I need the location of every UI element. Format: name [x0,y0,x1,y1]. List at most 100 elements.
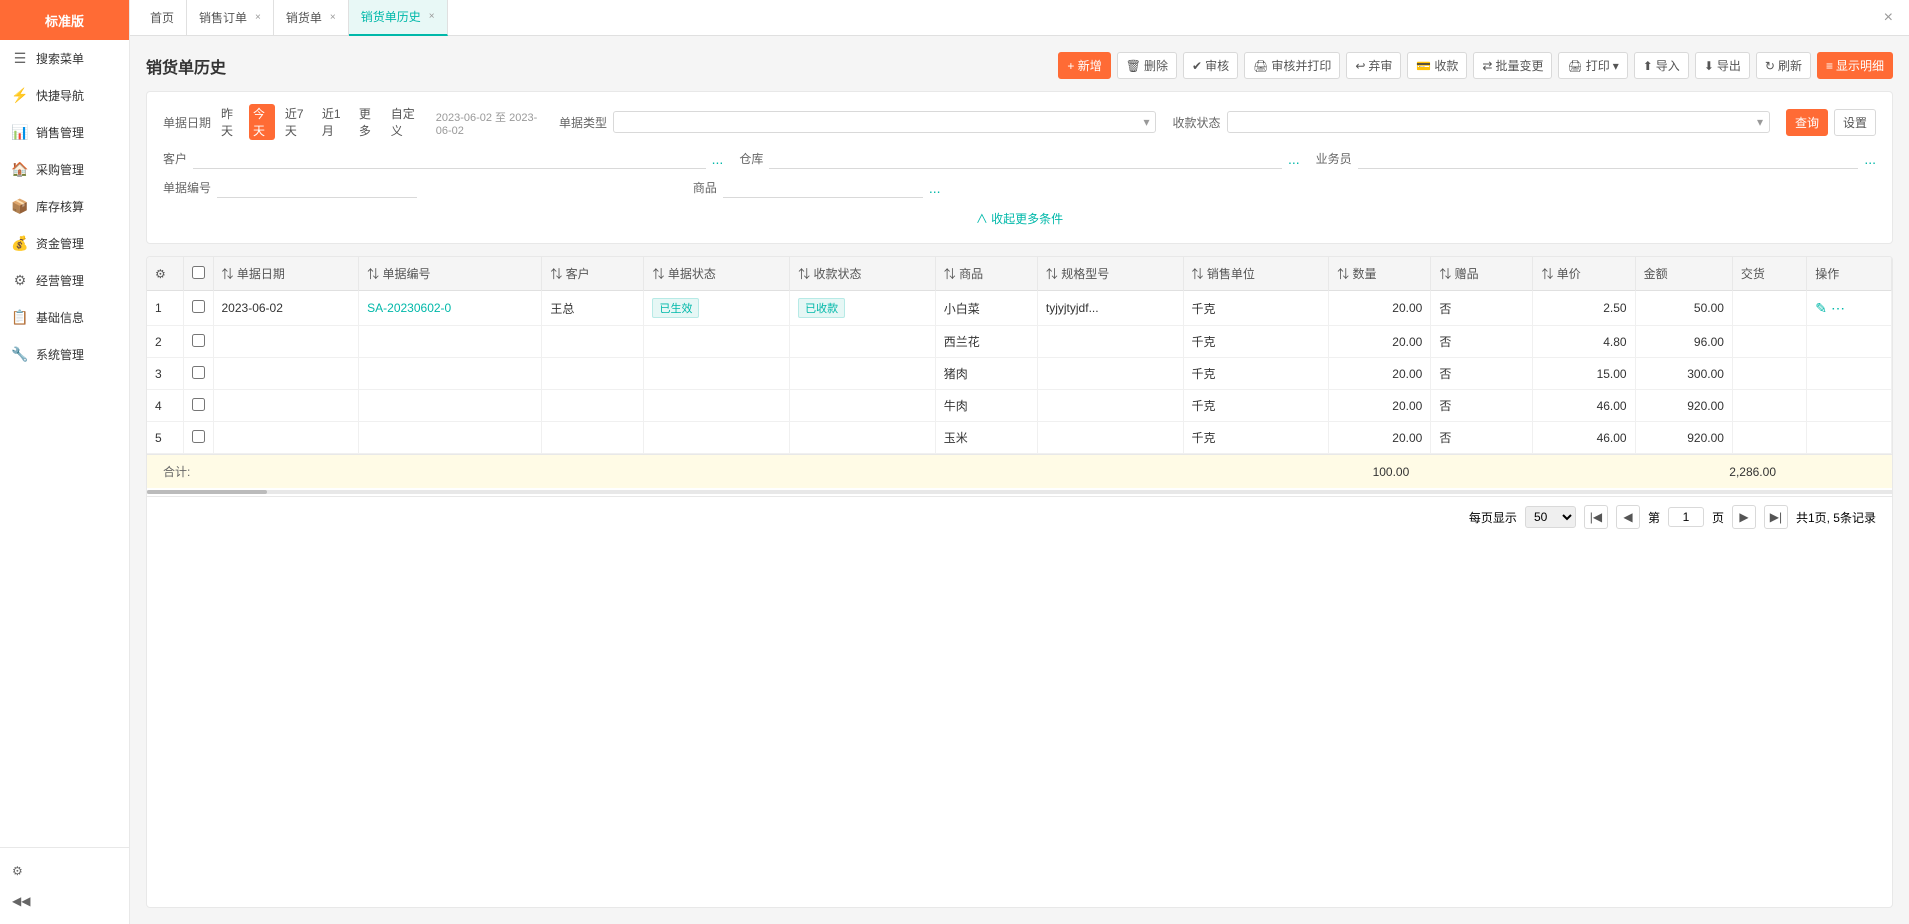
audit-print-button[interactable]: 🖨 审核并打印 [1244,52,1340,79]
audit-print-icon: 🖨 [1253,59,1268,73]
sidebar-item-base-info[interactable]: 📋 基础信息 [0,299,129,336]
export-button[interactable]: ⬇ 导出 [1695,52,1750,79]
date-shortcut-1month[interactable]: 近1月 [318,104,349,140]
action-more-icon[interactable]: ⋯ [1831,300,1845,317]
sidebar-item-finance-mgmt[interactable]: 💰 资金管理 [0,225,129,262]
sidebar-item-ops-mgmt[interactable]: ⚙ 经营管理 [0,262,129,299]
ops-mgmt-icon: ⚙ [12,273,28,289]
row-checkbox[interactable] [192,366,205,379]
action-edit-icon[interactable]: ✎ [1815,300,1827,317]
sidebar-bottom-collapse[interactable]: ◀◀ [0,886,129,916]
col-doc-date[interactable]: ⇅ 单据日期 [213,257,359,291]
tab-sales-history-close[interactable]: × [429,11,435,22]
cell-transaction [1732,326,1806,358]
tab-sales-order-close[interactable]: × [255,12,261,23]
col-gift[interactable]: ⇅ 赠品 [1431,257,1533,291]
col-payment-status[interactable]: ⇅ 收款状态 [790,257,936,291]
col-spec-type[interactable]: ⇅ 规格型号 [1037,257,1183,291]
col-settings[interactable]: ⚙ [147,257,183,291]
col-unit-price[interactable]: ⇅ 单价 [1533,257,1635,291]
sidebar-item-purchase-mgmt[interactable]: 🏠 采购管理 [0,151,129,188]
sidebar-item-sys-mgmt[interactable]: 🔧 系统管理 [0,336,129,373]
collect-button[interactable]: 💳 收款 [1407,52,1467,79]
page-number-input[interactable]: 1 [1668,507,1704,527]
page-prev-button[interactable]: ◀ [1616,505,1640,529]
col-doc-status[interactable]: ⇅ 单据状态 [644,257,790,291]
cell-checkbox[interactable] [183,390,213,422]
filter-warehouse-dots[interactable]: ... [1288,151,1300,167]
date-shortcut-yesterday[interactable]: 昨天 [217,104,243,140]
doc-no-link[interactable]: SA-20230602-0 [367,301,451,315]
table-scrollbar[interactable] [147,490,1892,494]
filter-salesperson-dots[interactable]: ... [1864,151,1876,167]
page-label: 第 [1648,509,1660,526]
filter-salesperson-input[interactable] [1358,148,1859,169]
filter-customer-dots[interactable]: ... [712,151,724,167]
new-button[interactable]: + 新增 [1058,52,1110,79]
date-shortcut-custom[interactable]: 自定义 [387,104,422,140]
batch-change-button[interactable]: ⇄ 批量变更 [1473,52,1552,79]
cell-checkbox[interactable] [183,326,213,358]
query-button[interactable]: 查询 [1786,109,1828,136]
col-sales-unit[interactable]: ⇅ 销售单位 [1183,257,1329,291]
print-button[interactable]: 🖨 打印 ▾ [1558,52,1627,79]
row-checkbox[interactable] [192,398,205,411]
refresh-button[interactable]: ↻ 刷新 [1756,52,1811,79]
filter-warehouse-input[interactable] [769,148,1282,169]
audit-button[interactable]: ✔ 审核 [1183,52,1238,79]
abandon-button[interactable]: ↩ 弃审 [1346,52,1401,79]
cell-seq: 3 [147,358,183,390]
col-customer[interactable]: ⇅ 客户 [542,257,644,291]
filter-doc-type-select[interactable]: ▾ [613,111,1156,133]
col-doc-no[interactable]: ⇅ 单据编号 [359,257,542,291]
filter-warehouse-label: 仓库 [739,150,763,167]
col-amount[interactable]: 金额 [1635,257,1732,291]
page-last-button[interactable]: ▶| [1764,505,1788,529]
page-first-button[interactable]: |◀ [1584,505,1608,529]
col-product[interactable]: ⇅ 商品 [935,257,1037,291]
page-label-2: 页 [1712,509,1724,526]
date-shortcut-7days[interactable]: 近7天 [281,104,312,140]
select-all-checkbox[interactable] [192,266,205,279]
page-size-select[interactable]: 50 100 200 [1525,506,1576,528]
date-shortcut-more[interactable]: 更多 [355,104,381,140]
cell-checkbox[interactable] [183,291,213,326]
abandon-icon: ↩ [1355,59,1365,73]
sidebar-item-sales-mgmt[interactable]: 📊 销售管理 [0,114,129,151]
cell-amount: 920.00 [1635,422,1732,454]
tab-sales-delivery-close[interactable]: × [330,12,336,23]
cell-doc-date [213,326,359,358]
cell-spec-type [1037,390,1183,422]
date-shortcut-today[interactable]: 今天 [249,104,275,140]
filter-product-input[interactable] [723,177,923,198]
row-checkbox[interactable] [192,300,205,313]
sidebar-item-quick-nav[interactable]: ⚡ 快捷导航 [0,77,129,114]
tab-sales-delivery[interactable]: 销货单 × [274,0,349,36]
tab-close-all-button[interactable]: × [1876,9,1901,27]
cell-checkbox[interactable] [183,422,213,454]
settings-button[interactable]: 设置 [1834,109,1876,136]
tab-sales-history[interactable]: 销货单历史 × [349,0,448,36]
cell-checkbox[interactable] [183,358,213,390]
data-table: ⚙ ⇅ 单据日期 ⇅ 单据编号 ⇅ 客户 ⇅ 单据状态 ⇅ 收款状态 ⇅ 商品 … [147,257,1892,454]
cell-doc-no [359,358,542,390]
filter-customer-input[interactable] [193,148,706,169]
filter-payment-status-select[interactable]: ▾ [1227,111,1770,133]
col-checkbox[interactable] [183,257,213,291]
page-next-button[interactable]: ▶ [1732,505,1756,529]
row-checkbox[interactable] [192,334,205,347]
tab-home[interactable]: 首页 [138,0,187,36]
delete-button[interactable]: 🗑 删除 [1117,52,1177,79]
import-button[interactable]: ⬆ 导入 [1634,52,1689,79]
sidebar-item-search-menu[interactable]: ☰ 搜索菜单 [0,40,129,77]
show-detail-button[interactable]: ≡ 显示明细 [1817,52,1893,79]
filter-doc-no-input[interactable] [217,177,417,198]
tab-sales-order[interactable]: 销售订单 × [187,0,274,36]
collapse-row[interactable]: ∧ 收起更多条件 [163,206,1876,231]
col-quantity[interactable]: ⇅ 数量 [1329,257,1431,291]
filter-product-dots[interactable]: ... [929,180,941,196]
row-checkbox[interactable] [192,430,205,443]
sidebar-item-inventory[interactable]: 📦 库存核算 [0,188,129,225]
cell-quantity: 20.00 [1329,422,1431,454]
sidebar-bottom-settings[interactable]: ⚙ [0,856,129,886]
